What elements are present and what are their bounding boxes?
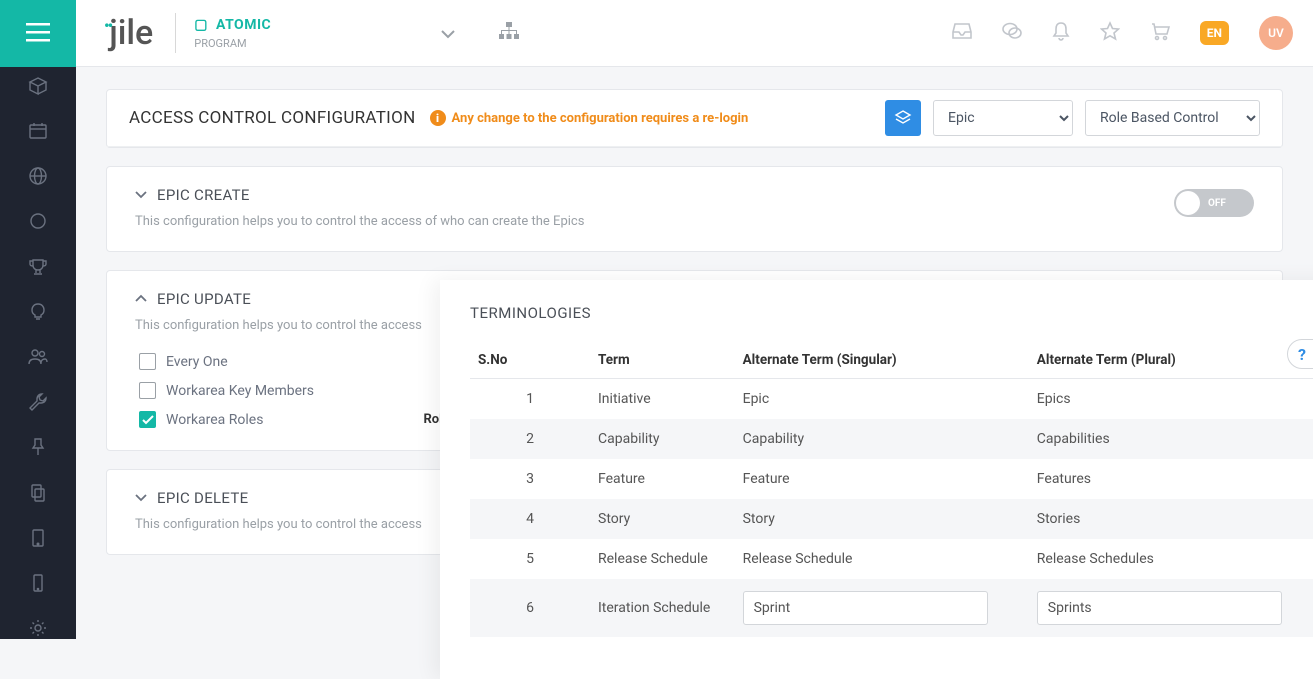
info-icon: i	[430, 110, 446, 126]
program-selector[interactable]: ▢ ATOMIC PROGRAM	[194, 17, 271, 50]
col-term: Term	[590, 342, 735, 379]
cube-icon[interactable]	[27, 75, 49, 96]
chat-icon[interactable]	[1002, 22, 1022, 44]
config-warning: i Any change to the configuration requir…	[430, 110, 749, 126]
toggle-knob	[1176, 191, 1200, 215]
star-icon[interactable]	[1100, 21, 1120, 45]
hamburger-button[interactable]	[0, 0, 76, 67]
col-sno: S.No	[470, 342, 590, 379]
help-icon[interactable]: ?	[1287, 339, 1313, 369]
section-title: EPIC DELETE	[157, 489, 248, 507]
wrench-icon[interactable]	[27, 392, 49, 413]
checkbox-roles[interactable]	[139, 411, 156, 428]
chevron-down-icon	[135, 488, 147, 507]
table-row: 1InitiativeEpicEpics	[470, 379, 1313, 420]
section-header-create[interactable]: EPIC CREATE	[135, 185, 1254, 204]
cart-icon[interactable]	[1150, 21, 1170, 45]
circle-icon[interactable]	[27, 211, 49, 232]
program-label: PROGRAM	[194, 37, 271, 50]
table-row: 4StoryStoryStories	[470, 499, 1313, 539]
pin-icon[interactable]	[27, 437, 49, 458]
section-desc: This configuration helps you to control …	[135, 214, 1254, 229]
calendar-icon[interactable]	[27, 120, 49, 141]
alt-plural-input[interactable]	[1037, 591, 1282, 625]
config-card: ACCESS CONTROL CONFIGURATION i Any chang…	[106, 89, 1283, 148]
warning-text: Any change to the configuration requires…	[452, 111, 749, 126]
phone-icon[interactable]	[27, 573, 49, 594]
users-icon[interactable]	[27, 346, 49, 367]
col-plural: Alternate Term (Plural)	[1029, 342, 1313, 379]
chevron-up-icon	[135, 289, 147, 308]
col-singular: Alternate Term (Singular)	[735, 342, 1029, 379]
brand-logo: ••jile	[104, 13, 153, 53]
table-row: 6 Iteration Schedule	[470, 579, 1313, 637]
page-title: ACCESS CONTROL CONFIGURATION	[129, 108, 416, 128]
gear-icon[interactable]	[27, 618, 49, 639]
chevron-down-icon	[135, 185, 147, 204]
table-row: 3FeatureFeatureFeatures	[470, 459, 1313, 499]
program-name: ATOMIC	[216, 17, 271, 33]
copy-icon[interactable]	[27, 482, 49, 503]
alt-singular-input[interactable]	[743, 591, 988, 625]
bulb-icon[interactable]	[27, 301, 49, 322]
option-label: Every One	[166, 354, 228, 370]
terminologies-table: S.No Term Alternate Term (Singular) Alte…	[470, 342, 1313, 637]
brand-text: jile	[109, 13, 153, 53]
divider	[175, 13, 176, 53]
panel-title: TERMINOLOGIES	[470, 304, 1313, 322]
toggle-label: OFF	[1208, 198, 1226, 209]
toggle-create[interactable]: OFF	[1174, 189, 1254, 217]
left-sidebar	[0, 67, 76, 639]
table-row: 5Release ScheduleRelease ScheduleRelease…	[470, 539, 1313, 579]
section-epic-create: EPIC CREATE This configuration helps you…	[106, 166, 1283, 252]
option-label: Workarea Roles	[166, 412, 263, 428]
sitemap-icon[interactable]	[499, 22, 519, 44]
tablet-icon[interactable]	[27, 527, 49, 548]
layers-icon	[894, 109, 912, 127]
checkbox-everyone[interactable]	[139, 353, 156, 370]
config-header: ACCESS CONTROL CONFIGURATION i Any chang…	[107, 90, 1282, 147]
chevron-down-icon[interactable]	[441, 24, 455, 43]
inbox-icon[interactable]	[952, 22, 972, 44]
top-header: ••jile ▢ ATOMIC PROGRAM EN UV	[0, 0, 1313, 67]
entity-select[interactable]: Epic	[933, 100, 1073, 136]
table-row: 2CapabilityCapabilityCapabilities	[470, 419, 1313, 459]
mode-select[interactable]: Role Based Control	[1085, 100, 1260, 136]
trophy-icon[interactable]	[27, 256, 49, 277]
checkbox-keymembers[interactable]	[139, 382, 156, 399]
menu-icon	[26, 23, 50, 43]
monitor-icon: ▢	[194, 17, 208, 33]
option-label: Workarea Key Members	[166, 383, 314, 399]
section-title: EPIC CREATE	[157, 186, 250, 204]
language-badge[interactable]: EN	[1200, 21, 1229, 45]
layers-button[interactable]	[885, 100, 921, 136]
avatar[interactable]: UV	[1259, 16, 1293, 50]
globe-icon[interactable]	[27, 165, 49, 186]
bell-icon[interactable]	[1052, 21, 1070, 45]
terminologies-panel: TERMINOLOGIES S.No Term Alternate Term (…	[440, 280, 1313, 679]
section-title: EPIC UPDATE	[157, 290, 251, 308]
